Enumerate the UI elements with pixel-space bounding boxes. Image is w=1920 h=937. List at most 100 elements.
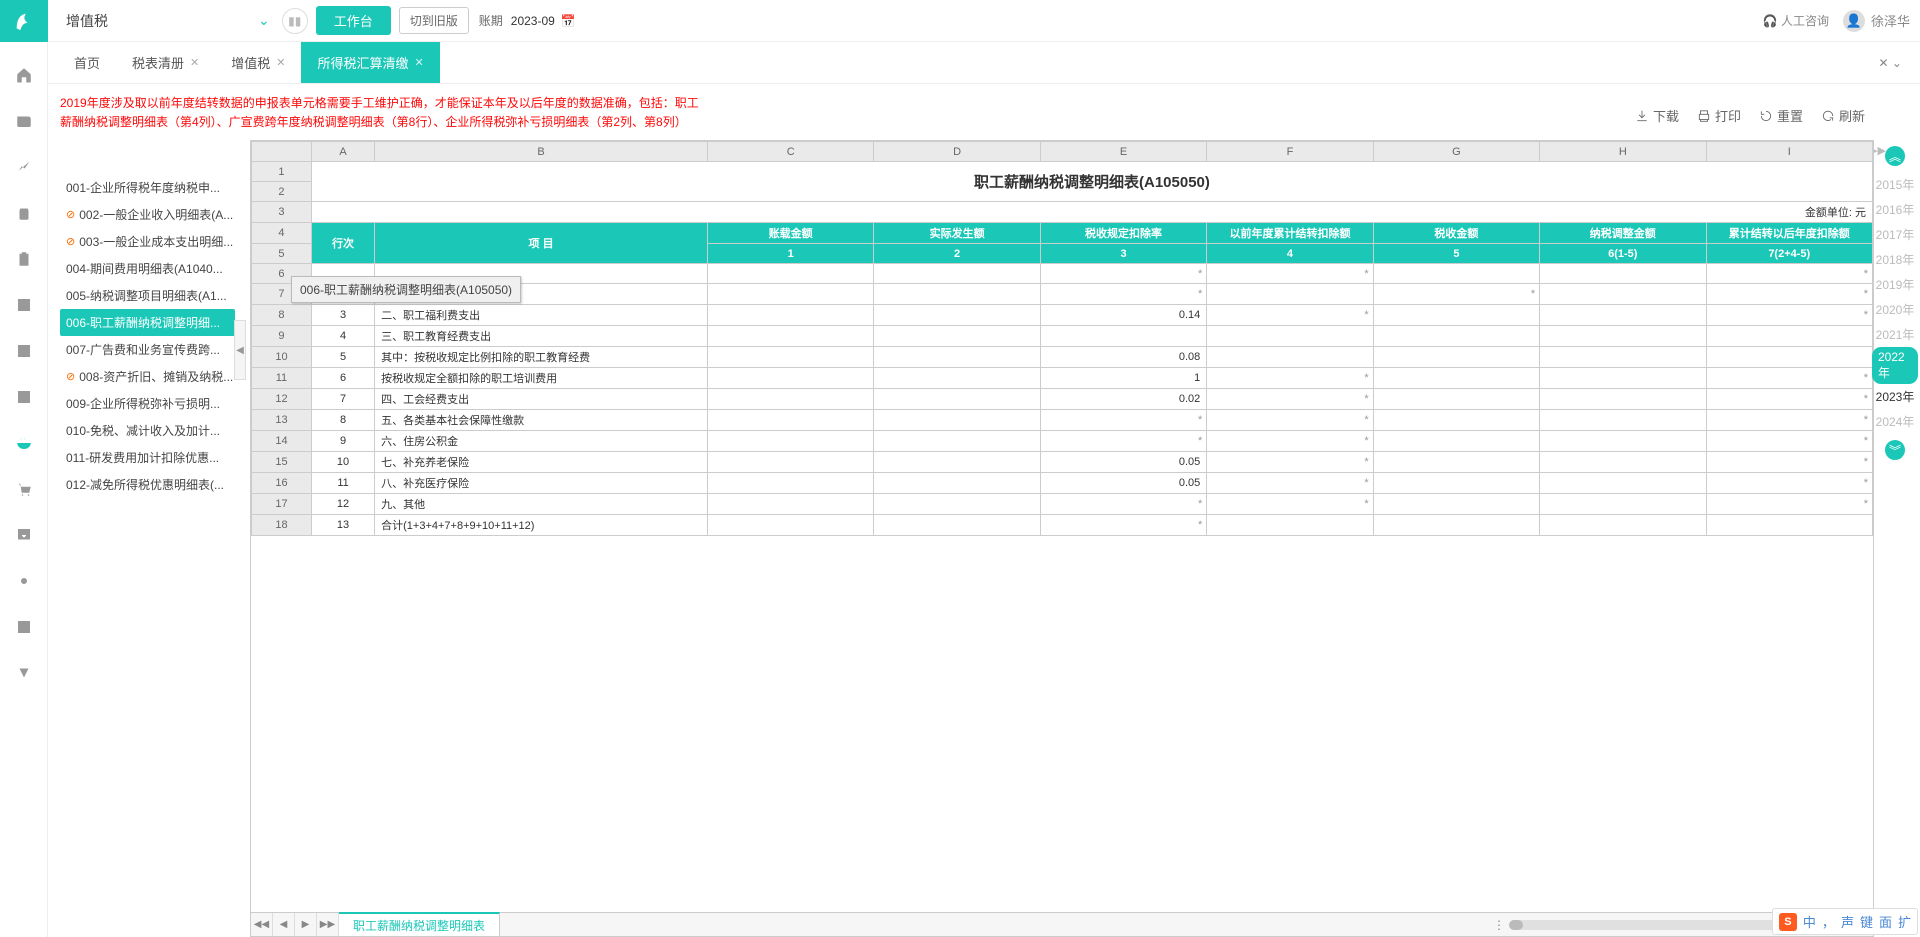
data-cell[interactable] bbox=[707, 452, 873, 473]
item-cell[interactable]: 八、补充医疗保险 bbox=[375, 473, 708, 494]
nav-wallet-icon[interactable] bbox=[10, 107, 38, 135]
data-cell[interactable]: 1 bbox=[1040, 368, 1206, 389]
form-list-item[interactable]: 005-纳税调整项目明细表(A1... bbox=[60, 282, 235, 309]
sheet-tab[interactable]: 职工薪酬纳税调整明细表 bbox=[339, 912, 500, 936]
data-cell[interactable]: 0.02 bbox=[1040, 389, 1206, 410]
data-cell[interactable] bbox=[1207, 515, 1373, 536]
col-header[interactable]: B bbox=[375, 142, 708, 162]
user-menu[interactable]: 👤 徐泽华 bbox=[1843, 10, 1910, 32]
col-header[interactable]: A bbox=[311, 142, 374, 162]
data-cell[interactable]: * bbox=[1706, 473, 1872, 494]
col-header[interactable]: C bbox=[707, 142, 873, 162]
ime-item[interactable]: 声 bbox=[1841, 912, 1854, 931]
dropdown-chevron-icon[interactable]: ⌄ bbox=[258, 12, 270, 29]
year-item[interactable]: 2024年 bbox=[1874, 409, 1917, 434]
refresh-button[interactable]: 刷新 bbox=[1821, 106, 1865, 125]
data-cell[interactable] bbox=[707, 431, 873, 452]
data-cell[interactable] bbox=[1373, 410, 1539, 431]
data-cell[interactable]: * bbox=[1207, 389, 1373, 410]
tab[interactable]: 税表清册✕ bbox=[116, 42, 215, 83]
year-up-icon[interactable]: ︽ bbox=[1885, 146, 1905, 166]
data-cell[interactable] bbox=[874, 410, 1040, 431]
data-cell[interactable] bbox=[1540, 452, 1706, 473]
ime-logo-icon[interactable]: S bbox=[1779, 913, 1797, 931]
data-cell[interactable] bbox=[874, 515, 1040, 536]
year-item[interactable]: 2019年 bbox=[1874, 272, 1917, 297]
data-cell[interactable] bbox=[1373, 326, 1539, 347]
data-cell[interactable] bbox=[1540, 410, 1706, 431]
ime-item[interactable]: 面 bbox=[1879, 912, 1892, 931]
data-cell[interactable] bbox=[874, 368, 1040, 389]
item-cell[interactable]: 其中：按税收规定比例扣除的职工教育经费 bbox=[375, 347, 708, 368]
data-cell[interactable] bbox=[874, 305, 1040, 326]
sheet-nav-last[interactable]: ▶▶ bbox=[317, 913, 339, 936]
nav-cart-icon[interactable] bbox=[10, 475, 38, 503]
data-cell[interactable]: 0.05 bbox=[1040, 473, 1206, 494]
nav-picture-icon[interactable] bbox=[10, 383, 38, 411]
calendar-icon[interactable]: 📅 bbox=[561, 14, 576, 28]
form-list-item[interactable]: 010-免税、减计收入及加计... bbox=[60, 417, 235, 444]
data-cell[interactable] bbox=[874, 389, 1040, 410]
item-cell[interactable]: 三、职工教育经费支出 bbox=[375, 326, 708, 347]
col-header[interactable]: G bbox=[1373, 142, 1539, 162]
support-link[interactable]: 🎧 人工咨询 bbox=[1763, 12, 1829, 29]
year-item[interactable]: 2021年 bbox=[1874, 322, 1917, 347]
item-cell[interactable]: 六、住房公积金 bbox=[375, 431, 708, 452]
nav-inbox-icon[interactable] bbox=[10, 521, 38, 549]
col-header[interactable]: I bbox=[1706, 142, 1872, 162]
nav-gear-icon[interactable] bbox=[10, 567, 38, 595]
data-cell[interactable] bbox=[1540, 494, 1706, 515]
data-cell[interactable] bbox=[1540, 305, 1706, 326]
data-cell[interactable] bbox=[1373, 452, 1539, 473]
data-cell[interactable]: * bbox=[1706, 431, 1872, 452]
data-cell[interactable] bbox=[1373, 347, 1539, 368]
nav-stats-icon[interactable] bbox=[10, 153, 38, 181]
data-cell[interactable] bbox=[1373, 494, 1539, 515]
data-cell[interactable] bbox=[707, 389, 873, 410]
form-list-item[interactable]: ⊘003-一般企业成本支出明细... bbox=[60, 228, 235, 255]
data-cell[interactable] bbox=[1540, 284, 1706, 305]
col-header[interactable]: F bbox=[1207, 142, 1373, 162]
form-list-item[interactable]: ⊘008-资产折旧、摊销及纳税... bbox=[60, 363, 235, 390]
sheet-nav-next[interactable]: ▶ bbox=[295, 913, 317, 936]
data-cell[interactable]: * bbox=[1207, 431, 1373, 452]
item-cell[interactable]: 九、其他 bbox=[375, 494, 708, 515]
data-cell[interactable] bbox=[1207, 284, 1373, 305]
nav-hotpot-icon[interactable] bbox=[10, 429, 38, 457]
data-cell[interactable] bbox=[1706, 515, 1872, 536]
ime-item[interactable]: 键 bbox=[1860, 912, 1873, 931]
data-cell[interactable] bbox=[1540, 347, 1706, 368]
data-cell[interactable]: * bbox=[1706, 494, 1872, 515]
item-cell[interactable]: 五、各类基本社会保障性缴款 bbox=[375, 410, 708, 431]
nav-v-icon[interactable] bbox=[10, 659, 38, 687]
data-cell[interactable] bbox=[1540, 368, 1706, 389]
year-item[interactable]: 2018年 bbox=[1874, 247, 1917, 272]
data-cell[interactable] bbox=[1373, 473, 1539, 494]
data-cell[interactable] bbox=[1207, 326, 1373, 347]
data-cell[interactable] bbox=[874, 494, 1040, 515]
download-button[interactable]: 下载 bbox=[1635, 106, 1679, 125]
data-cell[interactable]: * bbox=[1706, 452, 1872, 473]
data-cell[interactable] bbox=[874, 452, 1040, 473]
close-icon[interactable]: ✕ bbox=[415, 56, 424, 69]
period-value[interactable]: 2023-09 bbox=[511, 14, 555, 28]
data-cell[interactable] bbox=[874, 284, 1040, 305]
data-cell[interactable]: 0.05 bbox=[1040, 452, 1206, 473]
ime-item[interactable]: ， bbox=[1822, 912, 1835, 931]
data-cell[interactable] bbox=[707, 410, 873, 431]
data-cell[interactable]: * bbox=[1706, 410, 1872, 431]
collapse-handle[interactable]: ◀ bbox=[234, 320, 246, 380]
data-cell[interactable]: * bbox=[1207, 494, 1373, 515]
data-cell[interactable] bbox=[1540, 431, 1706, 452]
data-cell[interactable] bbox=[707, 473, 873, 494]
data-cell[interactable]: * bbox=[1040, 410, 1206, 431]
data-cell[interactable]: * bbox=[1040, 515, 1206, 536]
data-cell[interactable]: * bbox=[1706, 305, 1872, 326]
data-cell[interactable] bbox=[1373, 515, 1539, 536]
col-header[interactable]: D bbox=[874, 142, 1040, 162]
nav-play-icon[interactable] bbox=[10, 613, 38, 641]
data-cell[interactable]: * bbox=[1207, 452, 1373, 473]
data-cell[interactable] bbox=[1706, 347, 1872, 368]
year-item[interactable]: 2016年 bbox=[1874, 197, 1917, 222]
form-list-item[interactable]: 007-广告费和业务宣传费跨... bbox=[60, 336, 235, 363]
